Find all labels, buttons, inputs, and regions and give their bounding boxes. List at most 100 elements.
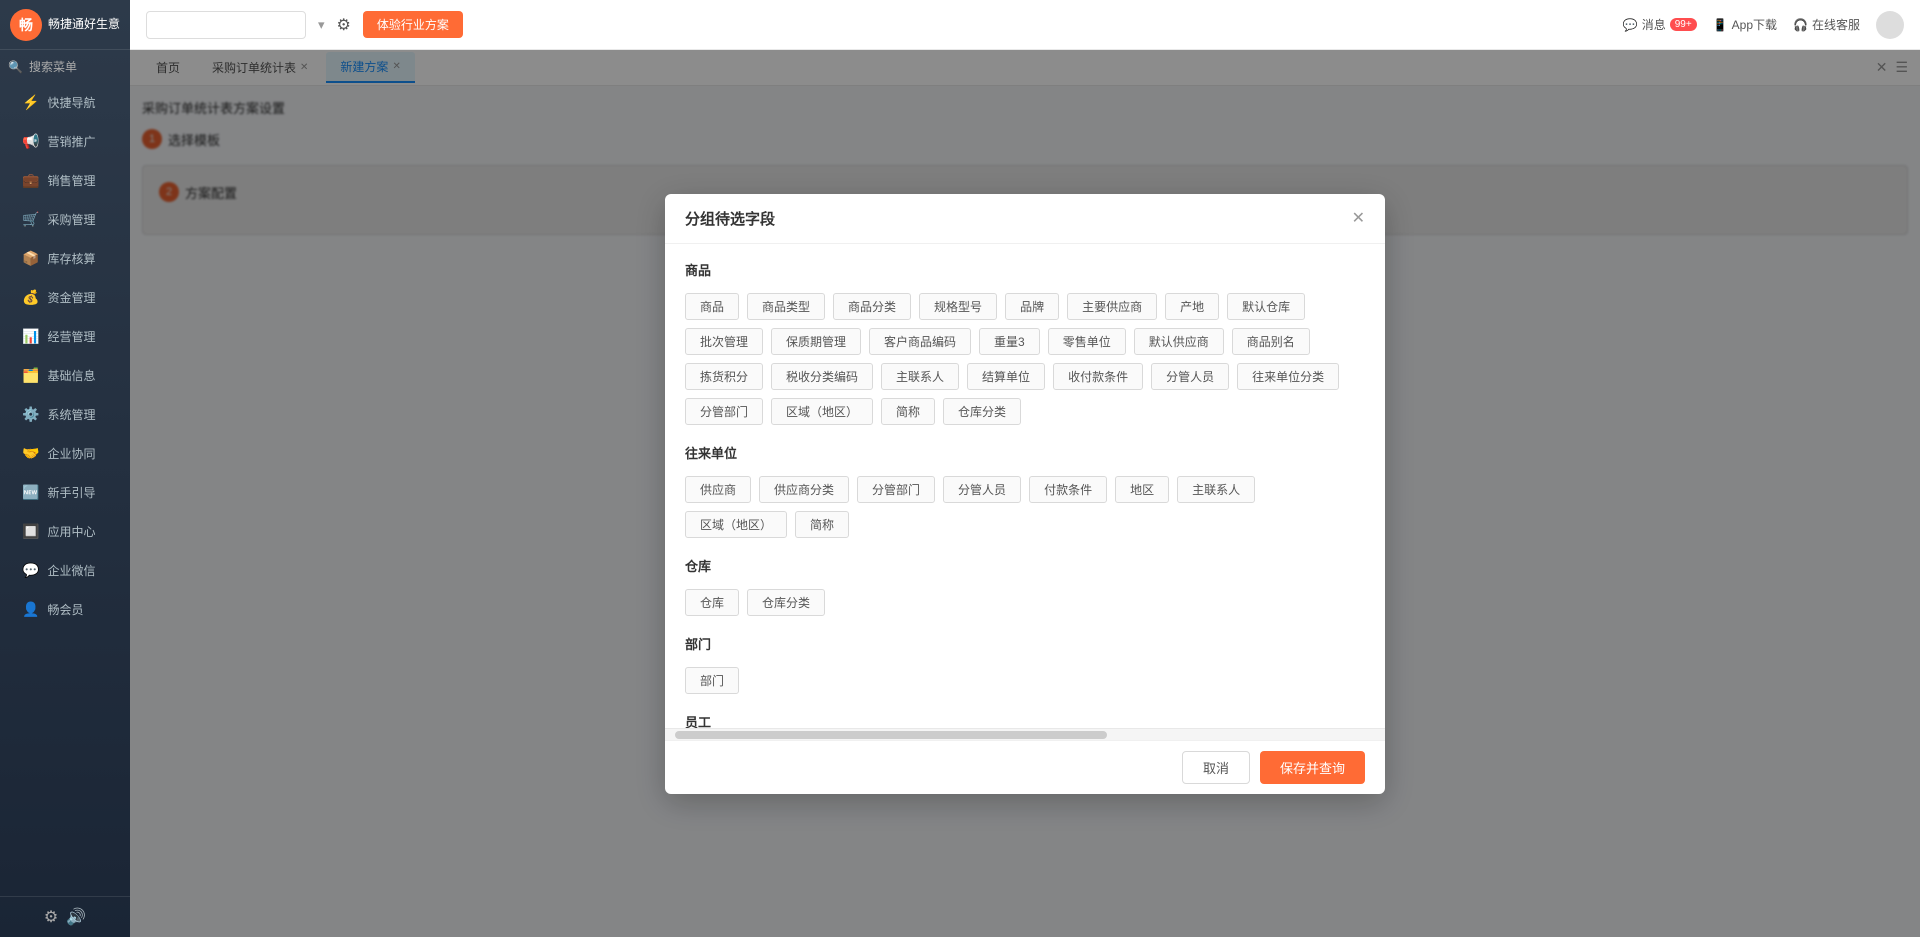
field-tag-retail-unit[interactable]: 零售单位 [1048,328,1126,355]
topbar-right: 💬 消息 99+ 📱 App下载 🎧 在线客服 [1623,11,1904,39]
sidebar-item-label: 企业微信 [47,562,95,579]
section-partner-title: 往来单位 [685,443,1365,466]
sidebar-item-base[interactable]: 🗂️ 基础信息 [6,357,124,394]
field-tag-batch-mgmt[interactable]: 批次管理 [685,328,763,355]
apps-icon: 🔲 [22,523,39,540]
field-tag-manage-dept[interactable]: 分管部门 [857,476,935,503]
modal-horizontal-scrollbar[interactable] [665,728,1385,740]
message-badge: 99+ [1670,18,1697,31]
sidebar-item-label: 营销推广 [47,133,95,150]
field-tag-goods-category[interactable]: 商品分类 [833,293,911,320]
field-tag-main-contact2[interactable]: 主联系人 [1177,476,1255,503]
field-tag-brand[interactable]: 品牌 [1005,293,1059,320]
field-tag-supplier[interactable]: 供应商 [685,476,751,503]
section-department: 部门 部门 [685,634,1365,694]
sidebar-item-label: 基础信息 [47,367,95,384]
service-icon: 🎧 [1793,18,1808,32]
sidebar-search-item[interactable]: 🔍 搜索菜单 [0,50,130,83]
settings-footer-btn[interactable]: ⚙ [44,907,58,927]
section-employee: 员工 业务员 [685,712,1365,728]
modal-close-btn[interactable]: ✕ [1352,208,1365,228]
modal-header: 分组待选字段 ✕ [665,194,1385,244]
field-tag-manage-person[interactable]: 分管人员 [943,476,1021,503]
sidebar-item-guide[interactable]: 🆕 新手引导 [6,474,124,511]
sidebar-item-quick-nav[interactable]: ⚡ 快捷导航 [6,84,124,121]
field-tag-supervisor[interactable]: 分管人员 [1151,363,1229,390]
sidebar-item-label: 资金管理 [47,289,95,306]
field-tag-warehouse-cat[interactable]: 仓库分类 [943,398,1021,425]
section-warehouse-title: 仓库 [685,556,1365,579]
field-tag-payment-cond[interactable]: 付款条件 [1029,476,1107,503]
field-tag-goods-alias[interactable]: 商品别名 [1232,328,1310,355]
field-select-modal: 分组待选字段 ✕ 商品 商品 商品类型 商品分类 规格型号 品牌 主要供应商 产… [665,194,1385,794]
field-tag-customer-code[interactable]: 客户商品编码 [869,328,971,355]
sidebar: 畅 畅捷通好生意 🔍 搜索菜单 ⚡ 快捷导航 📢 营销推广 💼 销售管理 🛒 采… [0,0,130,937]
logo-text: 畅捷通好生意 [48,17,120,33]
sidebar-item-system[interactable]: ⚙️ 系统管理 [6,396,124,433]
field-tag-weight[interactable]: 重量3 [979,328,1040,355]
field-tag-main-contact[interactable]: 主联系人 [881,363,959,390]
field-tag-supplier-cat[interactable]: 供应商分类 [759,476,849,503]
modal-body[interactable]: 商品 商品 商品类型 商品分类 规格型号 品牌 主要供应商 产地 默认仓库 批次… [665,244,1385,728]
field-tag-short-name[interactable]: 简称 [881,398,935,425]
field-tag-goods[interactable]: 商品 [685,293,739,320]
modal-footer: 取消 保存并查询 [665,740,1385,794]
sidebar-item-label: 新手引导 [47,484,95,501]
topbar-settings-icon[interactable]: ⚙ [337,15,351,35]
field-tag-warehouse[interactable]: 仓库 [685,589,739,616]
field-tag-area[interactable]: 地区 [1115,476,1169,503]
field-tag-goods-type[interactable]: 商品类型 [747,293,825,320]
field-tag-default-supplier[interactable]: 默认供应商 [1134,328,1224,355]
sidebar-item-sales[interactable]: 💼 销售管理 [6,162,124,199]
sidebar-item-member[interactable]: 👤 畅会员 [6,591,124,628]
sidebar-item-apps[interactable]: 🔲 应用中心 [6,513,124,550]
field-tag-default-warehouse[interactable]: 默认仓库 [1227,293,1305,320]
field-tag-payment-terms[interactable]: 收付款条件 [1053,363,1143,390]
user-avatar[interactable] [1876,11,1904,39]
app-download-item[interactable]: 📱 App下载 [1713,16,1777,33]
field-tag-partner-category[interactable]: 往来单位分类 [1237,363,1339,390]
finance-icon: 💰 [22,289,39,306]
sidebar-item-label: 销售管理 [47,172,95,189]
volume-footer-btn[interactable]: 🔊 [66,907,86,927]
field-tag-region[interactable]: 区域（地区） [771,398,873,425]
modal-confirm-btn[interactable]: 保存并查询 [1260,751,1365,784]
sidebar-item-label: 采购管理 [47,211,95,228]
sidebar-item-operation[interactable]: 📊 经营管理 [6,318,124,355]
message-item[interactable]: 💬 消息 99+ [1623,16,1697,33]
section-partner-tags: 供应商 供应商分类 分管部门 分管人员 付款条件 地区 主联系人 区域（地区） … [685,476,1365,538]
sidebar-item-label: 快捷导航 [47,94,95,111]
sidebar-item-finance[interactable]: 💰 资金管理 [6,279,124,316]
topbar-dropdown-arrow[interactable]: ▾ [318,17,325,33]
sidebar-item-purchase[interactable]: 🛒 采购管理 [6,201,124,238]
topbar-search-input[interactable] [146,11,306,39]
field-tag-tax-code[interactable]: 税收分类编码 [771,363,873,390]
quick-nav-icon: ⚡ [22,94,39,111]
modal-cancel-btn[interactable]: 取消 [1182,751,1250,784]
field-tag-department[interactable]: 部门 [685,667,739,694]
field-tag-shelf-life[interactable]: 保质期管理 [771,328,861,355]
field-tag-origin[interactable]: 产地 [1165,293,1219,320]
online-service-item[interactable]: 🎧 在线客服 [1793,16,1860,33]
field-tag-region2[interactable]: 区域（地区） [685,511,787,538]
field-tag-pick-points[interactable]: 拣货积分 [685,363,763,390]
topbar: ▾ ⚙ 体验行业方案 💬 消息 99+ 📱 App下载 🎧 在线客服 [130,0,1920,50]
field-tag-dept[interactable]: 分管部门 [685,398,763,425]
sidebar-item-wechat[interactable]: 💬 企业微信 [6,552,124,589]
section-partner: 往来单位 供应商 供应商分类 分管部门 分管人员 付款条件 地区 主联系人 区域… [685,443,1365,538]
sidebar-item-label: 应用中心 [47,523,95,540]
field-tag-settlement-unit[interactable]: 结算单位 [967,363,1045,390]
section-employee-title: 员工 [685,712,1365,728]
field-tag-spec-model[interactable]: 规格型号 [919,293,997,320]
field-tag-main-supplier[interactable]: 主要供应商 [1067,293,1157,320]
trial-plan-button[interactable]: 体验行业方案 [363,11,463,38]
sidebar-item-label: 经营管理 [47,328,95,345]
sidebar-item-label: 系统管理 [47,406,95,423]
field-tag-warehouse-category[interactable]: 仓库分类 [747,589,825,616]
purchase-icon: 🛒 [22,211,39,228]
field-tag-short-name2[interactable]: 简称 [795,511,849,538]
sidebar-item-marketing[interactable]: 📢 营销推广 [6,123,124,160]
sidebar-item-inventory[interactable]: 📦 库存核算 [6,240,124,277]
corp-icon: 🤝 [22,445,39,462]
sidebar-item-corp[interactable]: 🤝 企业协同 [6,435,124,472]
